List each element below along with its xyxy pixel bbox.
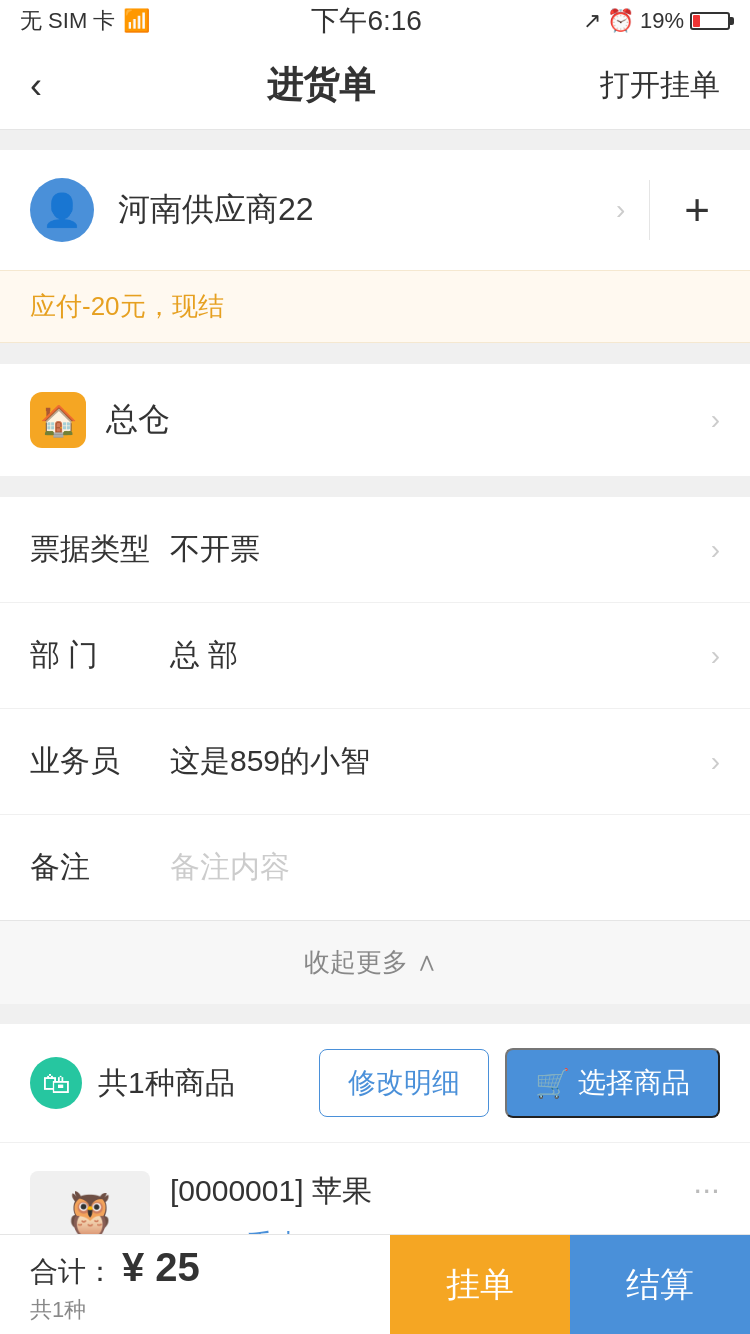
pending-label: 挂单 [446, 1262, 514, 1308]
select-icon: 🛒 [535, 1067, 570, 1100]
invoice-chevron-icon: › [711, 534, 720, 566]
battery-percent: 19% [640, 8, 684, 34]
warehouse-name: 总仓 [106, 398, 711, 442]
footer-total-label: 合计： [30, 1253, 114, 1291]
supplier-name: 河南供应商22 [118, 188, 616, 232]
product-title: 苹果 [312, 1174, 372, 1207]
supplier-card: 👤 河南供应商22 › + 应付-20元，现结 [0, 150, 750, 343]
product-code: [0000001] [170, 1174, 303, 1207]
add-supplier-button[interactable]: + [674, 185, 720, 235]
supplier-chevron-icon: › [616, 194, 625, 226]
carrier-label: 无 SIM 卡 [20, 6, 115, 36]
salesperson-chevron-icon: › [711, 746, 720, 778]
dept-label: 部 门 [30, 635, 170, 676]
salesperson-label: 业务员 [30, 741, 170, 782]
salesperson-value: 这是859的小智 [170, 741, 711, 782]
location-icon: ↗ [583, 8, 601, 34]
warehouse-icon: 🏠 [30, 392, 86, 448]
checkout-button[interactable]: 结算 [570, 1235, 750, 1334]
footer: 合计： ¥ 25 共1种 挂单 结算 [0, 1234, 750, 1334]
nav-title: 进货单 [267, 61, 375, 110]
remark-label: 备注 [30, 847, 170, 888]
wifi-icon: 📶 [123, 8, 150, 34]
collapse-row[interactable]: 收起更多 ∧ [0, 920, 750, 1004]
invoice-label: 票据类型 [30, 529, 170, 570]
notice-banner: 应付-20元，现结 [0, 270, 750, 343]
edit-detail-button[interactable]: 修改明细 [319, 1049, 489, 1117]
section-gap-2 [0, 343, 750, 363]
back-button[interactable]: ‹ [30, 65, 42, 107]
checkout-label: 结算 [626, 1262, 694, 1308]
products-icon: 🛍 [30, 1057, 82, 1109]
form-row-dept[interactable]: 部 门 总 部 › [0, 602, 750, 708]
open-pending-button[interactable]: 打开挂单 [600, 65, 720, 106]
supplier-divider [649, 180, 650, 240]
footer-total-sub: 共1种 [30, 1295, 360, 1325]
dept-chevron-icon: › [711, 640, 720, 672]
status-time: 下午6:16 [311, 2, 422, 40]
status-bar: 无 SIM 卡 📶 下午6:16 ↗ ⏰ 19% [0, 0, 750, 42]
status-left: 无 SIM 卡 📶 [20, 6, 150, 36]
dept-value: 总 部 [170, 635, 711, 676]
supplier-row[interactable]: 👤 河南供应商22 › + [0, 150, 750, 270]
form-row-salesperson[interactable]: 业务员 这是859的小智 › [0, 708, 750, 814]
product-menu-button[interactable]: ··· [693, 1171, 720, 1208]
select-product-button[interactable]: 🛒 选择商品 [505, 1048, 720, 1118]
footer-total-amount: ¥ 25 [122, 1245, 200, 1290]
footer-total-line: 合计： ¥ 25 [30, 1245, 360, 1291]
section-gap-3 [0, 476, 750, 496]
form-card: 票据类型 不开票 › 部 门 总 部 › 业务员 这是859的小智 › 备注 备… [0, 496, 750, 920]
avatar-icon: 👤 [42, 191, 82, 229]
cart-icon: 🛍 [42, 1067, 70, 1100]
supplier-avatar: 👤 [30, 178, 94, 242]
alarm-icon: ⏰ [607, 8, 634, 34]
form-row-remark[interactable]: 备注 备注内容 [0, 814, 750, 920]
collapse-label: 收起更多 ∧ [304, 945, 437, 980]
footer-total-area: 合计： ¥ 25 共1种 [0, 1235, 390, 1334]
products-header: 🛍 共1种商品 修改明细 🛒 选择商品 [0, 1004, 750, 1142]
invoice-value: 不开票 [170, 529, 711, 570]
warehouse-chevron-icon: › [711, 404, 720, 436]
products-count: 共1种商品 [98, 1063, 303, 1104]
battery-icon [690, 12, 730, 30]
product-name: [0000001] 苹果 [170, 1171, 673, 1212]
warehouse-row[interactable]: 🏠 总仓 › [0, 363, 750, 476]
select-label: 选择商品 [578, 1064, 690, 1102]
section-gap-1 [0, 130, 750, 150]
form-row-invoice[interactable]: 票据类型 不开票 › [0, 496, 750, 602]
pending-button[interactable]: 挂单 [390, 1235, 570, 1334]
status-right: ↗ ⏰ 19% [583, 8, 730, 34]
remark-placeholder: 备注内容 [170, 847, 720, 888]
nav-bar: ‹ 进货单 打开挂单 [0, 42, 750, 130]
